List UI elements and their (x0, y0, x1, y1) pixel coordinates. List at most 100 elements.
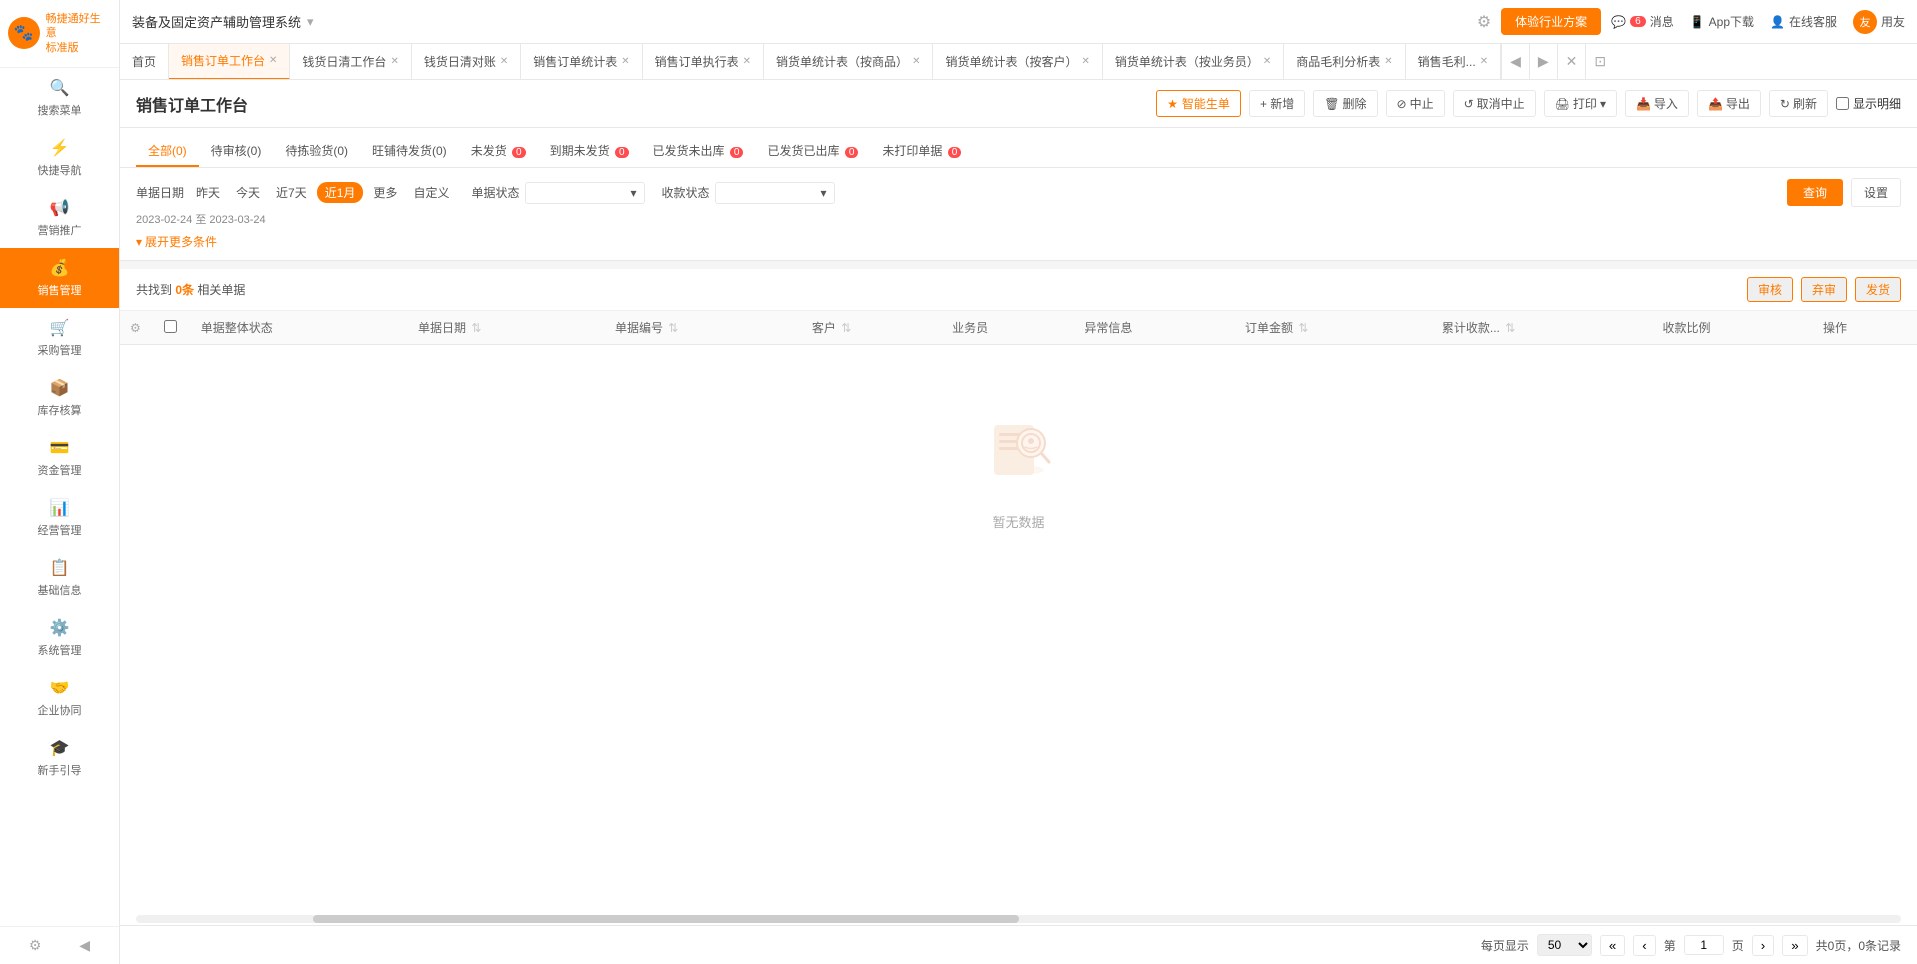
refresh-btn[interactable]: ↻ 刷新 (1769, 90, 1828, 117)
table-select-all-checkbox[interactable] (164, 320, 177, 333)
sidebar-settings-icon[interactable]: ⚙ (29, 937, 42, 954)
tab-cash-daily[interactable]: 钱货日清工作台 ✕ (290, 44, 411, 80)
date-1month-btn[interactable]: 近1月 (317, 182, 364, 203)
date-more-btn[interactable]: 更多 (367, 182, 403, 203)
horizontal-scrollbar-thumb[interactable] (313, 915, 1019, 923)
tab-close-summary-staff[interactable]: ✕ (1263, 56, 1271, 67)
delete-btn[interactable]: 🗑 删除 (1313, 90, 1377, 117)
message-item[interactable]: 💬 6 消息 (1611, 13, 1674, 30)
tab-close-all[interactable]: ✕ (1557, 44, 1586, 80)
tab-close-summary-product[interactable]: ✕ (912, 56, 920, 67)
table-col-amount[interactable]: 订单金额 ⇅ (1235, 311, 1432, 345)
sub-tab-expired-not-shipped[interactable]: 到期未发货 0 (538, 136, 641, 167)
date-7days-btn[interactable]: 近7天 (270, 182, 313, 203)
tab-close-sales-workbench[interactable]: ✕ (269, 55, 277, 66)
online-service-item[interactable]: 👤 在线客服 (1770, 13, 1837, 30)
add-btn[interactable]: + 新增 (1249, 90, 1305, 117)
expand-filter-btn[interactable]: ▾ 展开更多条件 (136, 233, 1901, 250)
payment-select-dropdown-icon: ▾ (820, 186, 826, 200)
user-item[interactable]: 友 用友 (1853, 10, 1905, 34)
cancel-stop-btn[interactable]: ↺ 取消中止 (1453, 90, 1536, 117)
smart-create-btn[interactable]: ★ 智能生单 (1156, 90, 1241, 117)
settings-btn[interactable]: 设置 (1851, 178, 1901, 207)
table-checkbox-col[interactable] (151, 311, 191, 345)
topbar-gear-icon[interactable]: ⚙ (1477, 12, 1491, 32)
tab-close-cash-reconcile[interactable]: ✕ (500, 56, 508, 67)
tab-sales-exec[interactable]: 销售订单执行表 ✕ (643, 44, 764, 80)
tab-nav-next[interactable]: ▶ (1529, 44, 1557, 80)
tab-sales-workbench[interactable]: 销售订单工作台 ✕ (169, 44, 290, 80)
tab-close-cash-daily[interactable]: ✕ (390, 56, 398, 67)
tab-close-sales-more[interactable]: ✕ (1480, 56, 1488, 67)
tab-sales-summary-customer[interactable]: 销货单统计表（按客户） ✕ (933, 44, 1102, 80)
cancel-review-action-btn[interactable]: 弃审 (1801, 277, 1847, 302)
sidebar-item-quicknav[interactable]: ⚡ 快捷导航 (0, 128, 119, 188)
query-btn[interactable]: 查询 (1787, 179, 1843, 206)
sidebar-item-inventory[interactable]: 📦 库存核算 (0, 368, 119, 428)
tab-cash-reconcile[interactable]: 钱货日清对账 ✕ (412, 44, 521, 80)
tab-home[interactable]: 首页 (120, 44, 169, 80)
sub-tab-not-shipped[interactable]: 未发货 0 (459, 136, 538, 167)
date-yesterday-btn[interactable]: 昨天 (190, 182, 226, 203)
sub-tab-not-printed[interactable]: 未打印单据 0 (870, 136, 973, 167)
import-btn[interactable]: 📥 导入 (1625, 90, 1689, 117)
table-col-date[interactable]: 单据日期 ⇅ (408, 311, 605, 345)
sidebar-item-cooperation[interactable]: 🤝 企业协同 (0, 668, 119, 728)
sidebar-collapse-icon[interactable]: ◀ (79, 937, 90, 954)
tab-expand[interactable]: ⊡ (1585, 44, 1614, 80)
table-settings-col[interactable]: ⚙ (120, 311, 151, 345)
tab-close-summary-customer[interactable]: ✕ (1081, 56, 1089, 67)
next-page-btn[interactable]: › (1752, 935, 1774, 956)
current-page-input[interactable] (1684, 935, 1724, 955)
first-page-btn[interactable]: « (1600, 935, 1625, 956)
app-download-item[interactable]: 📱 App下载 (1690, 13, 1754, 30)
date-today-btn[interactable]: 今天 (230, 182, 266, 203)
sub-tab-shipped-warehoused[interactable]: 已发货已出库 0 (755, 136, 870, 167)
system-dropdown-icon[interactable]: ▾ (307, 14, 314, 30)
sub-tab-pending-inspect[interactable]: 待拣验货(0) (273, 136, 360, 167)
tab-close-sales-exec[interactable]: ✕ (743, 56, 751, 67)
tab-close-sales-stats[interactable]: ✕ (621, 56, 629, 67)
sidebar-item-sales[interactable]: 💰 销售管理 (0, 248, 119, 308)
last-page-btn[interactable]: » (1782, 935, 1807, 956)
sub-tab-all[interactable]: 全部(0) (136, 136, 199, 167)
sub-tab-wangpu-ship[interactable]: 旺铺待发货(0) (360, 136, 459, 167)
tab-sales-more[interactable]: 销售毛利... ✕ (1406, 44, 1501, 80)
print-btn[interactable]: 🖨 打印 ▾ (1544, 90, 1617, 117)
industry-btn[interactable]: 体验行业方案 (1501, 8, 1601, 35)
date-range-display: 2023-02-24 至 2023-03-24 (136, 214, 266, 226)
sidebar-item-finance[interactable]: 💳 资金管理 (0, 428, 119, 488)
tab-close-gross-profit[interactable]: ✕ (1384, 56, 1392, 67)
show-detail-checkbox-label[interactable]: 显示明细 (1836, 95, 1901, 112)
tab-nav-prev[interactable]: ◀ (1501, 44, 1529, 80)
show-detail-checkbox[interactable] (1836, 97, 1849, 110)
sub-tab-shipped-not-warehoused[interactable]: 已发货未出库 0 (641, 136, 756, 167)
sidebar-item-purchase[interactable]: 🛒 采购管理 (0, 308, 119, 368)
table-col-customer[interactable]: 客户 ⇅ (802, 311, 942, 345)
sidebar-item-basic[interactable]: 📋 基础信息 (0, 548, 119, 608)
status-filter-select[interactable]: ▾ (525, 182, 645, 204)
sidebar-item-system[interactable]: ⚙️ 系统管理 (0, 608, 119, 668)
export-btn[interactable]: 📤 导出 (1697, 90, 1761, 117)
stop-btn[interactable]: ⊘ 中止 (1386, 90, 1445, 117)
review-action-btn[interactable]: 审核 (1747, 277, 1793, 302)
sidebar-item-operations[interactable]: 📊 经营管理 (0, 488, 119, 548)
empty-text: 暂无数据 (992, 512, 1044, 531)
sidebar-item-guide[interactable]: 🎓 新手引导 (0, 728, 119, 788)
tab-sales-stats[interactable]: 销售订单统计表 ✕ (521, 44, 642, 80)
sidebar-item-search[interactable]: 🔍 搜索菜单 (0, 68, 119, 128)
tab-sales-summary-staff[interactable]: 销货单统计表（按业务员） ✕ (1103, 44, 1284, 80)
ship-action-btn[interactable]: 发货 (1855, 277, 1901, 302)
prev-page-btn[interactable]: ‹ (1633, 935, 1655, 956)
sidebar-item-marketing[interactable]: 📢 营销推广 (0, 188, 119, 248)
tab-sales-summary-product[interactable]: 销货单统计表（按商品） ✕ (764, 44, 933, 80)
tab-gross-profit[interactable]: 商品毛利分析表 ✕ (1284, 44, 1405, 80)
date-custom-btn[interactable]: 自定义 (407, 182, 455, 203)
page-size-select[interactable]: 10 20 50 100 (1537, 934, 1592, 956)
horizontal-scrollbar-track (136, 915, 1901, 923)
table-col-number[interactable]: 单据编号 ⇅ (605, 311, 802, 345)
table-col-collected[interactable]: 累计收款... ⇅ (1432, 311, 1653, 345)
date-filter-label: 单据日期 (136, 184, 184, 201)
sub-tab-pending-review[interactable]: 待审核(0) (199, 136, 274, 167)
payment-filter-select[interactable]: ▾ (715, 182, 835, 204)
